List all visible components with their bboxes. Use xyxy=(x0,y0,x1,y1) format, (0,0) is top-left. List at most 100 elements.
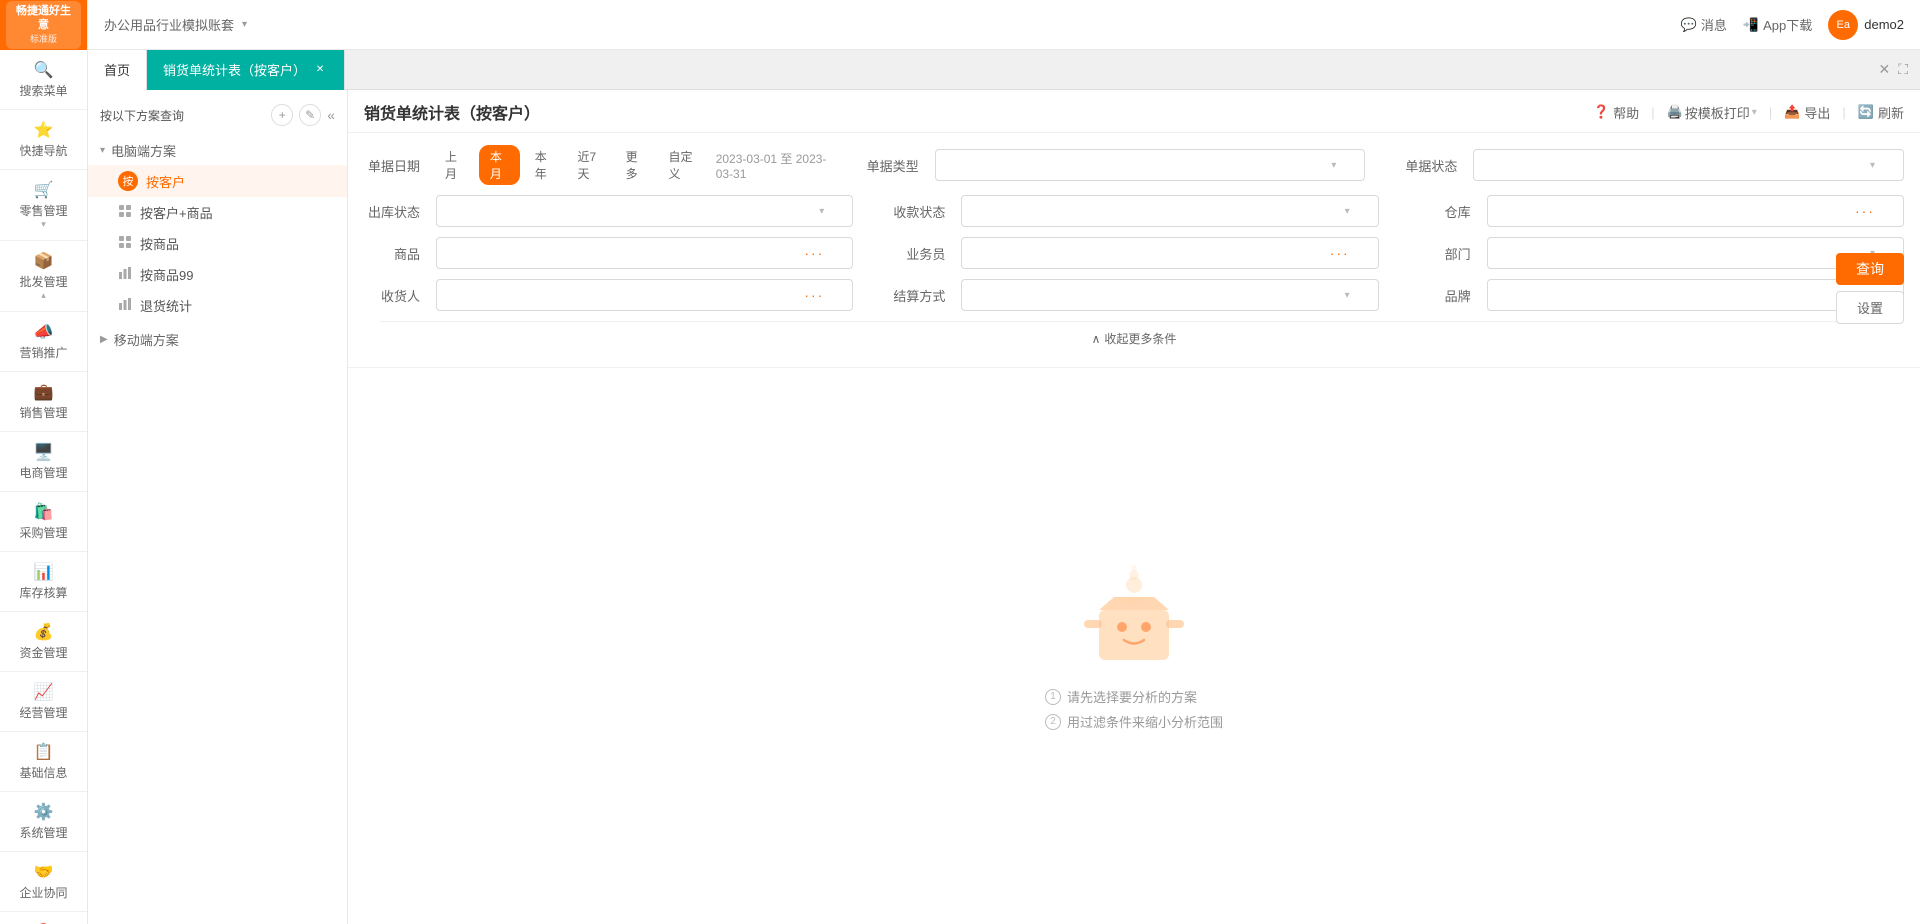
tab-close-btn[interactable]: ✕ xyxy=(312,62,328,78)
user-profile-btn[interactable]: Ea demo2 xyxy=(1828,10,1904,40)
header-right: 💬 消息 📲 App下载 Ea demo2 xyxy=(1681,10,1904,40)
date-custom[interactable]: 自定义 xyxy=(659,145,705,185)
warehouse-label: 仓库 xyxy=(1415,202,1471,221)
payment-method-label: 结算方式 xyxy=(889,286,945,305)
sidebar-item-inventory[interactable]: 📊 库存核算 xyxy=(0,552,87,612)
sidebar-item-purchase[interactable]: 🛍️ 采购管理 xyxy=(0,492,87,552)
sidebar-item-corp[interactable]: 🤝 企业协同 xyxy=(0,852,87,912)
industry-dropdown-arrow[interactable]: ▾ xyxy=(242,19,247,30)
hint-item-2: 2 用过滤条件来缩小分析范围 xyxy=(1045,712,1223,731)
query-btn[interactable]: 查询 xyxy=(1836,253,1904,285)
ship-status-select[interactable]: ▾ xyxy=(436,195,853,227)
message-btn[interactable]: 💬 消息 xyxy=(1681,15,1727,34)
scheme-customer-circle: 按 xyxy=(118,171,138,191)
date-more[interactable]: 更多 xyxy=(617,145,654,185)
scheme-item-by-product[interactable]: 按商品 xyxy=(88,228,347,259)
doc-type-select[interactable]: ▾ xyxy=(935,149,1366,181)
export-btn[interactable]: 📤 导出 xyxy=(1784,103,1830,122)
sidebar-item-corp-label: 企业协同 xyxy=(19,884,67,901)
nav-items: 🔍 搜索菜单 ⭐ 快捷导航 🛒 零售管理 ▾ 📦 批发管理 ▴ 📣 营销推广 💼… xyxy=(0,50,87,924)
divider-1: | xyxy=(1651,105,1654,120)
doc-type-label: 单据类型 xyxy=(863,156,919,175)
hint-item-1: 1 请先选择要分析的方案 xyxy=(1045,687,1223,706)
sidebar-item-quick-nav-label: 快捷导航 xyxy=(19,142,67,159)
sidebar-item-sys[interactable]: ⚙️ 系统管理 xyxy=(0,792,87,852)
group-arrow-mobile: ▶ xyxy=(100,334,108,345)
help-btn[interactable]: ❓ 帮助 xyxy=(1593,103,1639,122)
payment-status-label: 收款状态 xyxy=(889,202,945,221)
sidebar-item-guide[interactable]: 🎯 新手引导 xyxy=(0,912,87,924)
maximize-btn[interactable]: ⛶ xyxy=(1898,61,1908,78)
date-last-month[interactable]: 上月 xyxy=(436,145,473,185)
scheme-grid-icon-1 xyxy=(118,204,132,221)
scheme-group-mobile-header[interactable]: ▶ 移动端方案 xyxy=(88,325,347,354)
payment-method-arrow: ▾ xyxy=(1345,290,1350,301)
sys-icon: ⚙️ xyxy=(34,802,54,822)
date-label: 单据日期 xyxy=(364,156,420,175)
date-this-year[interactable]: 本年 xyxy=(526,145,563,185)
scheme-collapse-btn[interactable]: « xyxy=(327,107,335,123)
doc-status-select[interactable]: ▾ xyxy=(1473,149,1904,181)
date-this-month[interactable]: 本月 xyxy=(479,145,520,185)
salesman-dots: ··· xyxy=(1330,245,1350,261)
salesman-select[interactable]: ··· xyxy=(961,237,1378,269)
filter-container: 单据日期 上月 本月 本年 近7天 更多 自定义 2023-03-01 至 20… xyxy=(348,133,1920,368)
scheme-return-stat-label: 退货统计 xyxy=(140,296,192,315)
group-label-mobile: 移动端方案 xyxy=(114,330,179,349)
settings-btn[interactable]: 设置 xyxy=(1836,291,1904,324)
filter-area: 单据日期 上月 本月 本年 近7天 更多 自定义 2023-03-01 至 20… xyxy=(348,133,1920,368)
goods-select[interactable]: ··· xyxy=(436,237,853,269)
tab-sales-stat[interactable]: 销货单统计表（按客户） ✕ xyxy=(147,50,345,90)
scheme-add-btn[interactable]: + xyxy=(271,104,293,126)
scheme-item-return-stat[interactable]: 退货统计 xyxy=(88,290,347,321)
collapse-bar[interactable]: ∧ 收起更多条件 xyxy=(380,321,1888,355)
header-left: 办公用品行业模拟账套 ▾ xyxy=(104,15,247,34)
scheme-chart-icon-1 xyxy=(118,266,132,283)
refresh-btn[interactable]: 🔄 刷新 xyxy=(1858,103,1904,122)
scheme-chart-icon-2 xyxy=(118,297,132,314)
sidebar-item-search[interactable]: 🔍 搜索菜单 xyxy=(0,50,87,110)
tab-sales-stat-label: 销货单统计表（按客户） xyxy=(163,60,306,79)
sidebar-item-quick-nav[interactable]: ⭐ 快捷导航 xyxy=(0,110,87,170)
avatar-initials: Ea xyxy=(1837,19,1850,31)
app-download-label: App下载 xyxy=(1763,15,1812,34)
sidebar-item-ops[interactable]: 📈 经营管理 xyxy=(0,672,87,732)
ecommerce-icon: 🖥️ xyxy=(34,442,54,462)
warehouse-select[interactable]: ··· xyxy=(1487,195,1904,227)
divider-2: | xyxy=(1769,105,1772,120)
sidebar-item-search-label: 搜索菜单 xyxy=(19,82,67,99)
sidebar-item-retail-mgmt[interactable]: 🛒 零售管理 ▾ xyxy=(0,170,87,241)
sidebar-item-sales-label: 销售管理 xyxy=(19,404,67,421)
print-btn[interactable]: 🖨️ 按模板打印 ▾ xyxy=(1667,103,1757,122)
date-last-7[interactable]: 近7天 xyxy=(569,145,611,185)
scheme-group-desktop-header[interactable]: ▾ 电脑端方案 xyxy=(88,136,347,165)
scheme-item-by-product-99[interactable]: 按商品99 xyxy=(88,259,347,290)
scheme-panel-header: 按以下方案查询 + ✎ « xyxy=(88,98,347,132)
scheme-edit-btn[interactable]: ✎ xyxy=(299,104,321,126)
help-icon: ❓ xyxy=(1593,104,1609,120)
user-name: demo2 xyxy=(1864,17,1904,32)
help-label: 帮助 xyxy=(1613,103,1639,122)
main-area: 办公用品行业模拟账套 ▾ 💬 消息 📲 App下载 Ea demo2 首页 xyxy=(88,0,1920,924)
minimize-btn[interactable]: ✕ xyxy=(1878,61,1890,78)
sidebar-item-ecommerce[interactable]: 🖥️ 电商管理 xyxy=(0,432,87,492)
payment-status-select[interactable]: ▾ xyxy=(961,195,1378,227)
page-title-bar: 销货单统计表（按客户） ❓ 帮助 | 🖨️ 按模板打印 ▾ | 📤 xyxy=(348,90,1920,133)
sidebar-item-marketing[interactable]: 📣 营销推广 xyxy=(0,312,87,372)
sidebar-item-sales-mgmt[interactable]: 💼 销售管理 xyxy=(0,372,87,432)
ship-status-label: 出库状态 xyxy=(364,202,420,221)
sidebar-item-wholesale-mgmt[interactable]: 📦 批发管理 ▴ xyxy=(0,241,87,312)
scheme-item-by-customer[interactable]: 按 按客户 xyxy=(88,165,347,197)
empty-illustration xyxy=(1074,555,1194,675)
sidebar-item-basic-info[interactable]: 📋 基础信息 xyxy=(0,732,87,792)
consignee-select[interactable]: ··· xyxy=(436,279,853,311)
logo-sub: 标准版 xyxy=(14,32,73,45)
tab-home[interactable]: 首页 xyxy=(88,50,147,90)
payment-method-select[interactable]: ▾ xyxy=(961,279,1378,311)
sidebar-item-finance[interactable]: 💰 资金管理 xyxy=(0,612,87,672)
quick-nav-icon: ⭐ xyxy=(34,120,54,140)
filter-row-3: 商品 ··· 业务员 ··· 部门 ▾ xyxy=(364,237,1904,269)
scheme-item-by-customer-product[interactable]: 按客户+商品 xyxy=(88,197,347,228)
app-download-btn[interactable]: 📲 App下载 xyxy=(1743,15,1812,34)
corp-icon: 🤝 xyxy=(34,862,54,882)
